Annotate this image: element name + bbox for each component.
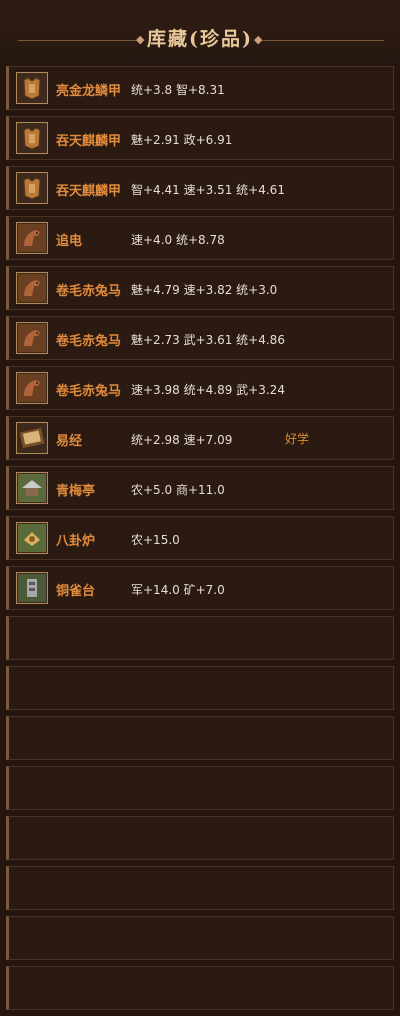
empty-slot-row (6, 966, 394, 1010)
furnace-icon (16, 522, 48, 554)
empty-slot-row (6, 616, 394, 660)
treasure-row[interactable]: 八卦炉 农+15.0 (6, 516, 394, 560)
tower-icon (16, 572, 48, 604)
horse-icon (16, 322, 48, 354)
treasure-list: 亮金龙鳞甲 统+3.8 智+8.31 吞天麒麟甲 魅+2.91 政+6.91 吞天麒麟甲… (6, 66, 394, 1016)
treasure-row[interactable]: 卷毛赤兔马 速+3.98 统+4.89 武+3.24 (6, 366, 394, 410)
armor-icon (16, 72, 48, 104)
item-name: 青梅亭 (56, 484, 96, 499)
item-name: 吞天麒麟甲 (56, 134, 122, 149)
armor-icon (16, 172, 48, 204)
item-stats: 速+4.0 统+8.78 (131, 233, 225, 247)
empty-slot-row (6, 816, 394, 860)
item-name: 八卦炉 (56, 534, 96, 549)
armor-icon (16, 122, 48, 154)
item-name: 易经 (56, 434, 83, 449)
item-stats: 速+3.98 统+4.89 武+3.24 (131, 383, 285, 397)
item-name: 亮金龙鳞甲 (56, 84, 122, 99)
empty-slot-row (6, 766, 394, 810)
header-divider-right (262, 40, 384, 41)
horse-icon (16, 272, 48, 304)
empty-slot-row (6, 666, 394, 710)
treasure-row[interactable]: 卷毛赤兔马 魅+4.79 速+3.82 统+3.0 (6, 266, 394, 310)
item-name: 卷毛赤兔马 (56, 334, 122, 349)
item-name: 追电 (56, 234, 83, 249)
item-stats: 统+2.98 速+7.09 (131, 433, 233, 447)
item-stats: 魅+2.73 武+3.61 统+4.86 (131, 333, 285, 347)
item-name: 铜雀台 (56, 584, 96, 599)
item-name: 卷毛赤兔马 (56, 384, 122, 399)
item-tag: 好学 (285, 432, 310, 446)
item-stats: 农+5.0 商+11.0 (131, 483, 225, 497)
item-stats: 农+15.0 (131, 533, 180, 547)
item-name: 吞天麒麟甲 (56, 184, 122, 199)
horse-icon (16, 372, 48, 404)
empty-slot-row (6, 866, 394, 910)
header: ◆ 库藏(珍品) ◆ (0, 0, 400, 66)
item-stats: 魅+4.79 速+3.82 统+3.0 (131, 283, 278, 297)
page-title: 库藏(珍品) (147, 28, 253, 50)
treasure-row[interactable]: 追电 速+4.0 统+8.78 (6, 216, 394, 260)
treasure-row[interactable]: 易经 统+2.98 速+7.09 好学 (6, 416, 394, 460)
empty-slot-row (6, 716, 394, 760)
book-icon (16, 422, 48, 454)
treasure-row[interactable]: 吞天麒麟甲 魅+2.91 政+6.91 (6, 116, 394, 160)
item-stats: 智+4.41 速+3.51 统+4.61 (131, 183, 285, 197)
item-stats: 魅+2.91 政+6.91 (131, 133, 233, 147)
empty-slot-row (6, 916, 394, 960)
item-stats: 统+3.8 智+8.31 (131, 83, 225, 97)
treasure-row[interactable]: 亮金龙鳞甲 统+3.8 智+8.31 (6, 66, 394, 110)
treasure-row[interactable]: 卷毛赤兔马 魅+2.73 武+3.61 统+4.86 (6, 316, 394, 360)
treasure-row[interactable]: 青梅亭 农+5.0 商+11.0 (6, 466, 394, 510)
treasure-row[interactable]: 铜雀台 军+14.0 矿+7.0 (6, 566, 394, 610)
pavilion-icon (16, 472, 48, 504)
item-stats: 军+14.0 矿+7.0 (131, 583, 225, 597)
horse-icon (16, 222, 48, 254)
treasure-row[interactable]: 吞天麒麟甲 智+4.41 速+3.51 统+4.61 (6, 166, 394, 210)
item-name: 卷毛赤兔马 (56, 284, 122, 299)
